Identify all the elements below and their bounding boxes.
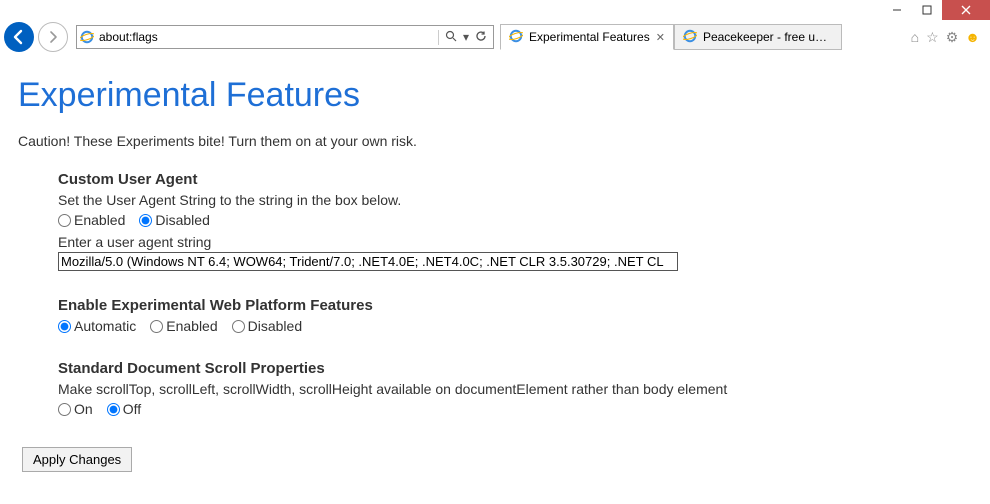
ie-logo-icon <box>77 30 97 44</box>
home-icon[interactable]: ⌂ <box>911 30 919 44</box>
tab-peacekeeper[interactable]: Peacekeeper - free universa... <box>674 24 842 50</box>
section-custom-user-agent: Custom User Agent Set the User Agent Str… <box>58 171 888 271</box>
section-heading: Standard Document Scroll Properties <box>58 360 888 377</box>
radio-ua-disabled[interactable]: Disabled <box>139 212 209 228</box>
apply-changes-button[interactable]: Apply Changes <box>22 447 132 472</box>
window-minimize-button[interactable] <box>882 0 912 20</box>
ie-logo-icon <box>683 29 697 46</box>
radio-ua-enabled[interactable]: Enabled <box>58 212 125 228</box>
nav-back-button[interactable] <box>4 22 34 52</box>
page-title: Experimental Features <box>18 76 972 115</box>
nav-forward-button[interactable] <box>38 22 68 52</box>
search-icon[interactable] <box>445 30 457 45</box>
gear-icon[interactable]: ⚙ <box>946 30 959 44</box>
favorites-star-icon[interactable]: ☆ <box>926 30 939 44</box>
address-dropdown-icon[interactable]: ▾ <box>463 30 469 44</box>
user-agent-input[interactable] <box>58 252 678 271</box>
section-heading: Custom User Agent <box>58 171 888 188</box>
tab-close-icon[interactable]: ✕ <box>656 31 665 44</box>
refresh-icon[interactable] <box>475 30 487 45</box>
radio-exp-enabled[interactable]: Enabled <box>150 318 217 334</box>
address-input[interactable] <box>97 30 438 44</box>
address-bar[interactable]: ▾ <box>76 25 494 49</box>
window-maximize-button[interactable] <box>912 0 942 20</box>
section-description: Make scrollTop, scrollLeft, scrollWidth,… <box>58 381 888 397</box>
tab-label: Experimental Features <box>529 30 650 44</box>
radio-scroll-off[interactable]: Off <box>107 401 141 417</box>
radio-scroll-on[interactable]: On <box>58 401 93 417</box>
section-heading: Enable Experimental Web Platform Feature… <box>58 297 888 314</box>
caution-text: Caution! These Experiments bite! Turn th… <box>18 133 972 149</box>
section-scroll-properties: Standard Document Scroll Properties Make… <box>58 360 888 417</box>
radio-exp-automatic[interactable]: Automatic <box>58 318 136 334</box>
section-description: Set the User Agent String to the string … <box>58 192 888 208</box>
window-close-button[interactable] <box>942 0 990 20</box>
section-experimental-web: Enable Experimental Web Platform Feature… <box>58 297 888 334</box>
radio-exp-disabled[interactable]: Disabled <box>232 318 302 334</box>
feedback-smiley-icon[interactable]: ☻ <box>965 30 980 44</box>
tab-experimental-features[interactable]: Experimental Features ✕ <box>500 24 674 50</box>
ie-logo-icon <box>509 29 523 46</box>
ua-input-label: Enter a user agent string <box>58 234 888 250</box>
tab-label: Peacekeeper - free universa... <box>703 30 833 44</box>
